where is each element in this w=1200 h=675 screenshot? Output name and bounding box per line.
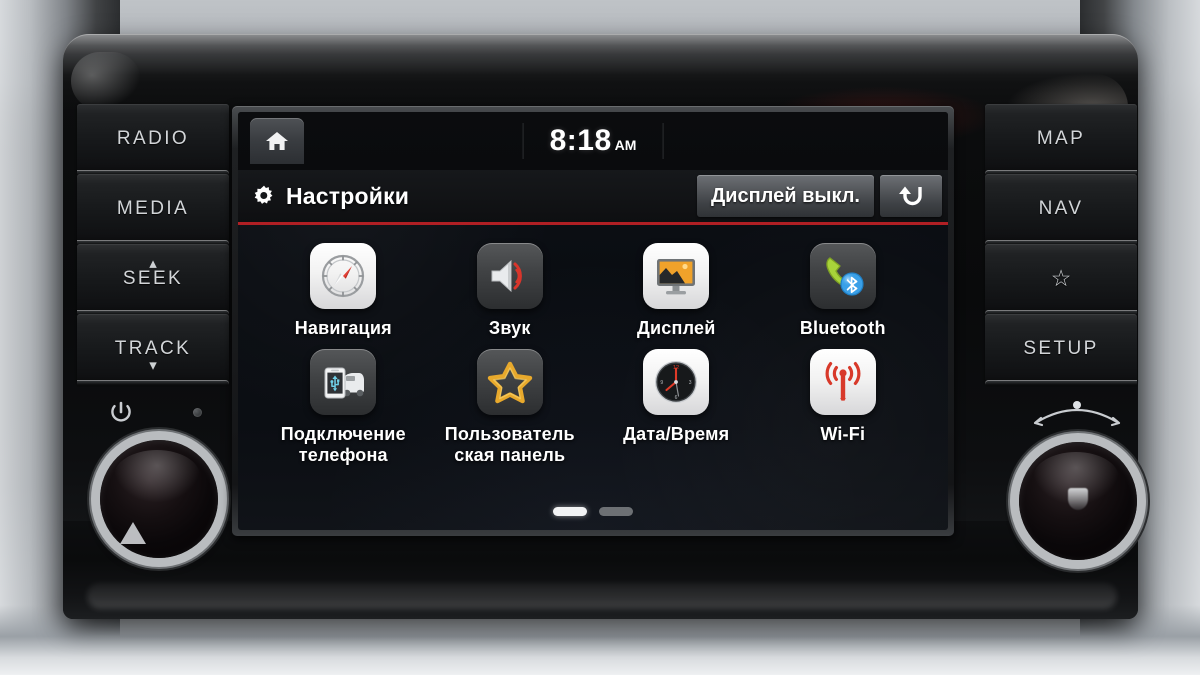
- svg-text:6: 6: [675, 395, 678, 401]
- back-arrow-icon: [894, 183, 928, 209]
- screenshot-root: Bluetooth RADIO MEDIA ▴ SEEK TRACK ▾ MAP…: [0, 0, 1200, 675]
- nav-button-label: NAV: [1038, 197, 1084, 219]
- monitor-icon: [643, 243, 710, 309]
- knob-body[interactable]: [1019, 442, 1137, 560]
- menu-item-date-time[interactable]: 12 3 6 9 Дата/Время: [593, 349, 760, 466]
- display-off-label: Дисплей выкл.: [710, 184, 860, 207]
- menu-item-label: Bluetooth: [799, 318, 886, 338]
- bezel-gloss: [63, 34, 1138, 112]
- left-button-column: RADIO MEDIA ▴ SEEK TRACK ▾: [77, 104, 229, 387]
- menu-item-wifi[interactable]: Wi-Fi: [760, 349, 927, 466]
- lcd-screen: 8:18 AM Настройки Дисплей выкл. Навигаци…: [238, 112, 948, 530]
- menu-item-label: Дата/Время: [623, 424, 730, 444]
- radio-button-label: RADIO: [116, 127, 190, 149]
- radio-button[interactable]: RADIO: [77, 104, 229, 177]
- menu-item-bluetooth[interactable]: Bluetooth: [760, 243, 927, 339]
- svg-text:9: 9: [661, 380, 664, 386]
- setup-button-label: SETUP: [1023, 337, 1099, 359]
- chevron-down-icon: ▾: [149, 357, 157, 374]
- star-outline-icon: ☆: [1050, 265, 1072, 291]
- bezel-corner-marker: [120, 522, 146, 544]
- title-group: Настройки: [238, 183, 697, 210]
- settings-icon-grid: Навигация Звук Дисплей Bluetooth Подключ…: [238, 225, 948, 466]
- seek-button[interactable]: ▴ SEEK: [77, 244, 229, 317]
- bezel-highlight-left: [71, 52, 141, 110]
- star-icon: [476, 349, 543, 415]
- map-button[interactable]: MAP: [985, 104, 1137, 177]
- home-button[interactable]: [250, 118, 304, 164]
- page-title: Настройки: [286, 182, 410, 209]
- back-button[interactable]: [880, 175, 942, 217]
- media-button[interactable]: MEDIA: [77, 174, 229, 247]
- clock-icon: 12 3 6 9: [643, 349, 710, 415]
- track-button[interactable]: TRACK ▾: [77, 314, 229, 387]
- power-icon: [106, 398, 136, 428]
- clock-time: 8:18: [549, 124, 612, 157]
- right-button-column: MAP NAV ☆ SETUP: [985, 104, 1137, 387]
- seek-button-label: SEEK: [122, 267, 184, 289]
- wifi-tower-icon: [809, 349, 876, 415]
- menu-item-user-panel[interactable]: Пользователь ская панель: [427, 349, 594, 466]
- menu-item-label: Подключение телефона: [280, 424, 406, 465]
- phone-car-usb-icon: [310, 349, 377, 415]
- menu-item-label: Пользователь ская панель: [444, 424, 575, 465]
- menu-item-label: Навигация: [294, 318, 392, 338]
- lcd-frame: 8:18 AM Настройки Дисплей выкл. Навигаци…: [232, 106, 954, 536]
- page-dot-2[interactable]: [599, 507, 633, 516]
- title-bar: Настройки Дисплей выкл.: [238, 170, 948, 225]
- favorites-button[interactable]: ☆: [985, 244, 1137, 317]
- media-button-label: MEDIA: [116, 197, 190, 219]
- tune-knob[interactable]: [1004, 401, 1143, 566]
- menu-item-phone-connection[interactable]: Подключение телефона: [260, 349, 427, 466]
- clock-ampm: AM: [614, 137, 637, 153]
- menu-item-label: Звук: [488, 318, 531, 338]
- knob-body[interactable]: [100, 440, 218, 558]
- knob-gloss: [114, 450, 200, 502]
- menu-item-display[interactable]: Дисплей: [593, 243, 760, 339]
- sensor-led: [193, 408, 202, 417]
- setup-button[interactable]: SETUP: [985, 314, 1137, 387]
- gear-icon: [252, 184, 276, 208]
- phone-bluetooth-icon: [809, 243, 876, 309]
- status-bar: 8:18 AM: [238, 112, 948, 170]
- svg-text:3: 3: [689, 380, 692, 386]
- tune-arc-icon: [1027, 396, 1127, 430]
- page-dot-1[interactable]: [553, 507, 587, 516]
- power-volume-knob[interactable]: [85, 401, 224, 564]
- menu-item-label: Wi-Fi: [820, 424, 866, 444]
- map-button-label: MAP: [1036, 127, 1086, 149]
- page-indicator: [238, 507, 948, 516]
- menu-item-navigation[interactable]: Навигация: [260, 243, 427, 339]
- unit-bottom-shine: [87, 583, 1117, 609]
- compass-icon: [310, 243, 377, 309]
- nav-button[interactable]: NAV: [985, 174, 1137, 247]
- display-off-button[interactable]: Дисплей выкл.: [696, 175, 874, 217]
- speaker-icon: [476, 243, 543, 309]
- clock: 8:18 AM: [522, 123, 664, 159]
- home-icon: [264, 129, 290, 153]
- menu-item-sound[interactable]: Звук: [427, 243, 594, 339]
- menu-item-label: Дисплей: [637, 318, 716, 338]
- knob-reflection: [1068, 488, 1088, 510]
